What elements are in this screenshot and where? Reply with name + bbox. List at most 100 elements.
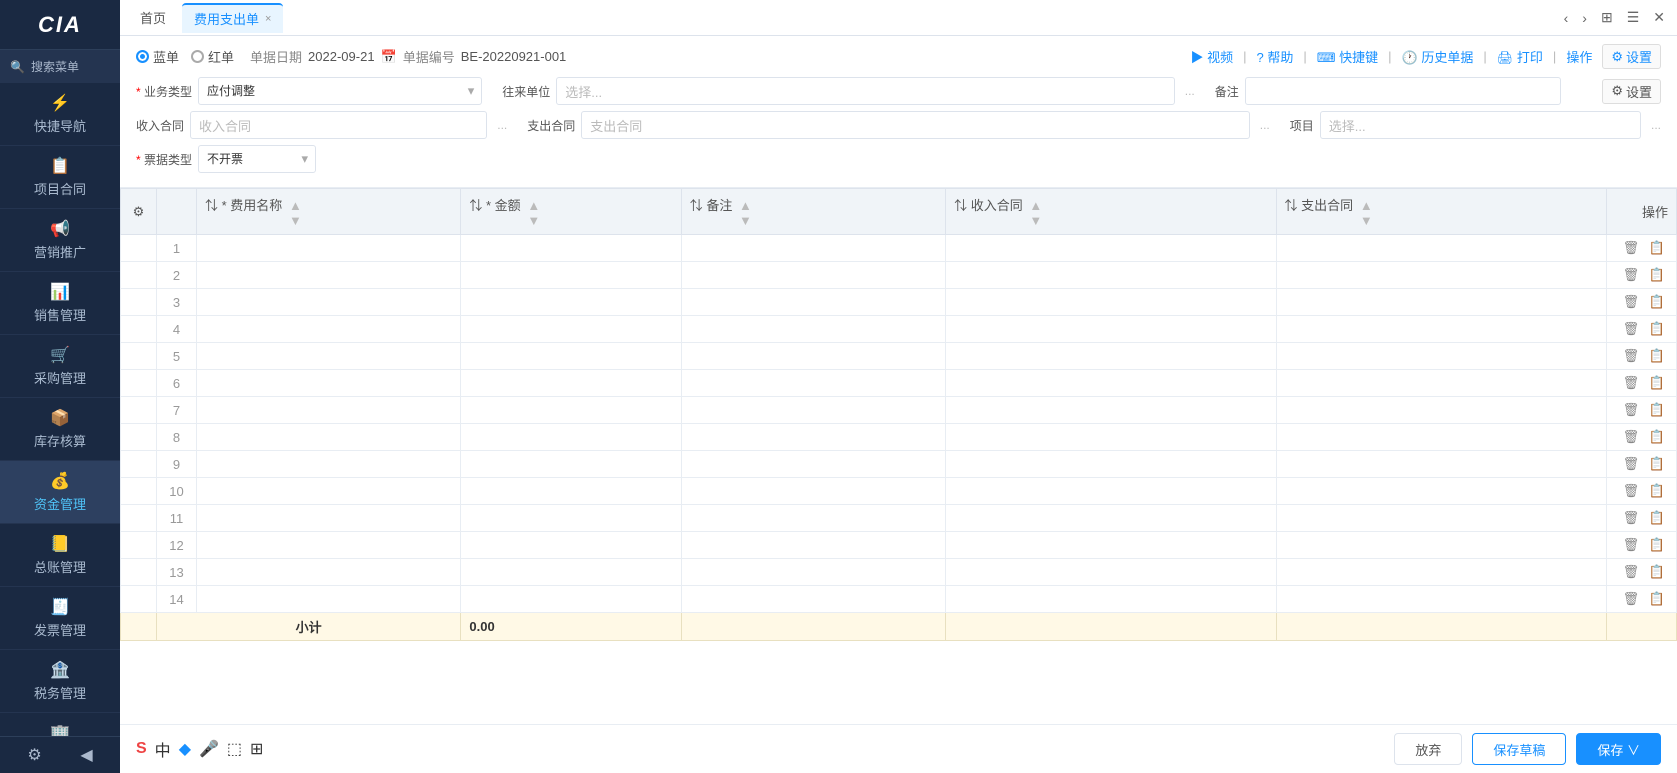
project-dots[interactable]: ... bbox=[1651, 118, 1661, 132]
row-expense-name[interactable] bbox=[197, 343, 461, 370]
row-income-contract[interactable] bbox=[946, 424, 1276, 451]
sidebar-item-quick-nav[interactable]: ⚡ 快捷导航 bbox=[0, 83, 120, 146]
row-remark[interactable] bbox=[681, 262, 945, 289]
sidebar-item-accounting-mgmt[interactable]: 📒 总账管理 bbox=[0, 524, 120, 587]
grid-view-icon[interactable]: ⊞ bbox=[1597, 7, 1617, 28]
row-delete-button[interactable]: 🗑 bbox=[1620, 482, 1643, 500]
row-remark[interactable] bbox=[681, 559, 945, 586]
tab-expense[interactable]: 费用支出单 × bbox=[182, 3, 283, 33]
sidebar-item-invoice-mgmt[interactable]: 🧾 发票管理 bbox=[0, 587, 120, 650]
row-delete-button[interactable]: 🗑 bbox=[1620, 266, 1643, 284]
print-action[interactable]: 🖨 打印 bbox=[1497, 47, 1543, 66]
settings-button[interactable]: ⚙ 设置 bbox=[1602, 44, 1661, 69]
form-settings-button[interactable]: ⚙ 设置 bbox=[1602, 79, 1661, 104]
partner-input[interactable]: 选择... bbox=[556, 77, 1174, 105]
brand-diamond-icon[interactable]: ◆ bbox=[179, 739, 191, 759]
row-copy-button[interactable]: 📋 bbox=[1646, 239, 1668, 257]
sidebar-item-sales-mgmt[interactable]: 📊 销售管理 bbox=[0, 272, 120, 335]
row-amount[interactable] bbox=[461, 235, 681, 262]
settings-icon[interactable]: ⚙ bbox=[27, 745, 41, 765]
row-copy-button[interactable]: 📋 bbox=[1646, 509, 1668, 527]
row-remark[interactable] bbox=[681, 478, 945, 505]
row-income-contract[interactable] bbox=[946, 262, 1276, 289]
close-window-icon[interactable]: ✕ bbox=[1649, 7, 1669, 28]
row-expense-contract[interactable] bbox=[1276, 424, 1606, 451]
row-remark[interactable] bbox=[681, 316, 945, 343]
row-copy-button[interactable]: 📋 bbox=[1646, 347, 1668, 365]
row-expense-contract[interactable] bbox=[1276, 478, 1606, 505]
row-income-contract[interactable] bbox=[946, 397, 1276, 424]
row-expense-name[interactable] bbox=[197, 586, 461, 613]
brand-mic-icon[interactable]: 🎤 bbox=[199, 739, 219, 759]
brand-grid-icon[interactable]: ⊞ bbox=[250, 739, 263, 759]
table-settings-col[interactable]: ⚙ bbox=[121, 189, 157, 235]
row-expense-contract[interactable] bbox=[1276, 289, 1606, 316]
row-income-contract[interactable] bbox=[946, 235, 1276, 262]
sidebar-search[interactable]: 🔍 搜索菜单 bbox=[0, 50, 120, 83]
row-expense-contract[interactable] bbox=[1276, 451, 1606, 478]
income-contract-header[interactable]: ⇅ 收入合同 ▲▼ bbox=[946, 189, 1276, 235]
help-action[interactable]: ? 帮助 bbox=[1256, 47, 1293, 66]
row-remark[interactable] bbox=[681, 451, 945, 478]
prev-tab-icon[interactable]: ‹ bbox=[1560, 8, 1573, 28]
row-income-contract[interactable] bbox=[946, 478, 1276, 505]
amount-header[interactable]: ⇅ * 金额 ▲▼ bbox=[461, 189, 681, 235]
row-copy-button[interactable]: 📋 bbox=[1646, 428, 1668, 446]
next-tab-icon[interactable]: › bbox=[1578, 8, 1591, 28]
project-input[interactable]: 选择... bbox=[1320, 111, 1641, 139]
row-expense-name[interactable] bbox=[197, 370, 461, 397]
tab-home[interactable]: 首页 bbox=[128, 3, 178, 33]
row-remark[interactable] bbox=[681, 505, 945, 532]
brand-box1-icon[interactable]: ⬚ bbox=[227, 739, 242, 759]
row-delete-button[interactable]: 🗑 bbox=[1620, 590, 1643, 608]
row-remark[interactable] bbox=[681, 343, 945, 370]
row-expense-contract[interactable] bbox=[1276, 343, 1606, 370]
discard-button[interactable]: 放弃 bbox=[1394, 733, 1462, 765]
row-expense-contract[interactable] bbox=[1276, 262, 1606, 289]
biz-type-select[interactable]: 应付调整 bbox=[198, 77, 482, 105]
row-delete-button[interactable]: 🗑 bbox=[1620, 347, 1643, 365]
list-view-icon[interactable]: ☰ bbox=[1623, 7, 1644, 28]
row-copy-button[interactable]: 📋 bbox=[1646, 293, 1668, 311]
calendar-icon[interactable]: 📅 bbox=[381, 49, 397, 65]
row-remark[interactable] bbox=[681, 289, 945, 316]
sidebar-item-sales-promo[interactable]: 📢 营销推广 bbox=[0, 209, 120, 272]
row-expense-contract[interactable] bbox=[1276, 532, 1606, 559]
row-income-contract[interactable] bbox=[946, 505, 1276, 532]
row-expense-name[interactable] bbox=[197, 235, 461, 262]
history-action[interactable]: 🕐 历史单据 bbox=[1402, 47, 1474, 66]
row-remark[interactable] bbox=[681, 235, 945, 262]
row-expense-contract[interactable] bbox=[1276, 586, 1606, 613]
row-remark[interactable] bbox=[681, 532, 945, 559]
row-copy-button[interactable]: 📋 bbox=[1646, 374, 1668, 392]
row-expense-name[interactable] bbox=[197, 451, 461, 478]
row-income-contract[interactable] bbox=[946, 559, 1276, 586]
save-draft-button[interactable]: 保存草稿 bbox=[1472, 733, 1566, 765]
row-copy-button[interactable]: 📋 bbox=[1646, 401, 1668, 419]
row-delete-button[interactable]: 🗑 bbox=[1620, 563, 1643, 581]
row-expense-contract[interactable] bbox=[1276, 370, 1606, 397]
row-copy-button[interactable]: 📋 bbox=[1646, 590, 1668, 608]
row-amount[interactable] bbox=[461, 505, 681, 532]
collapse-icon[interactable]: ◀ bbox=[80, 745, 92, 765]
income-contract-dots[interactable]: ... bbox=[497, 118, 507, 132]
row-amount[interactable] bbox=[461, 532, 681, 559]
row-amount[interactable] bbox=[461, 289, 681, 316]
row-amount[interactable] bbox=[461, 316, 681, 343]
sidebar-item-project-contract[interactable]: 📋 项目合同 bbox=[0, 146, 120, 209]
row-delete-button[interactable]: 🗑 bbox=[1620, 536, 1643, 554]
sidebar-item-inventory-check[interactable]: 📦 库存核算 bbox=[0, 398, 120, 461]
row-amount[interactable] bbox=[461, 586, 681, 613]
income-contract-input[interactable]: 收入合同 bbox=[190, 111, 487, 139]
row-expense-name[interactable] bbox=[197, 262, 461, 289]
shortcut-action[interactable]: ⌨ 快捷键 bbox=[1317, 47, 1378, 66]
expense-contract-header[interactable]: ⇅ 支出合同 ▲▼ bbox=[1276, 189, 1606, 235]
remark-header[interactable]: ⇅ 备注 ▲▼ bbox=[681, 189, 945, 235]
row-expense-name[interactable] bbox=[197, 289, 461, 316]
row-delete-button[interactable]: 🗑 bbox=[1620, 401, 1643, 419]
row-amount[interactable] bbox=[461, 451, 681, 478]
remark-input[interactable] bbox=[1245, 77, 1561, 105]
blue-bill-radio[interactable]: 蓝单 bbox=[136, 47, 179, 66]
row-delete-button[interactable]: 🗑 bbox=[1620, 428, 1643, 446]
row-expense-contract[interactable] bbox=[1276, 505, 1606, 532]
